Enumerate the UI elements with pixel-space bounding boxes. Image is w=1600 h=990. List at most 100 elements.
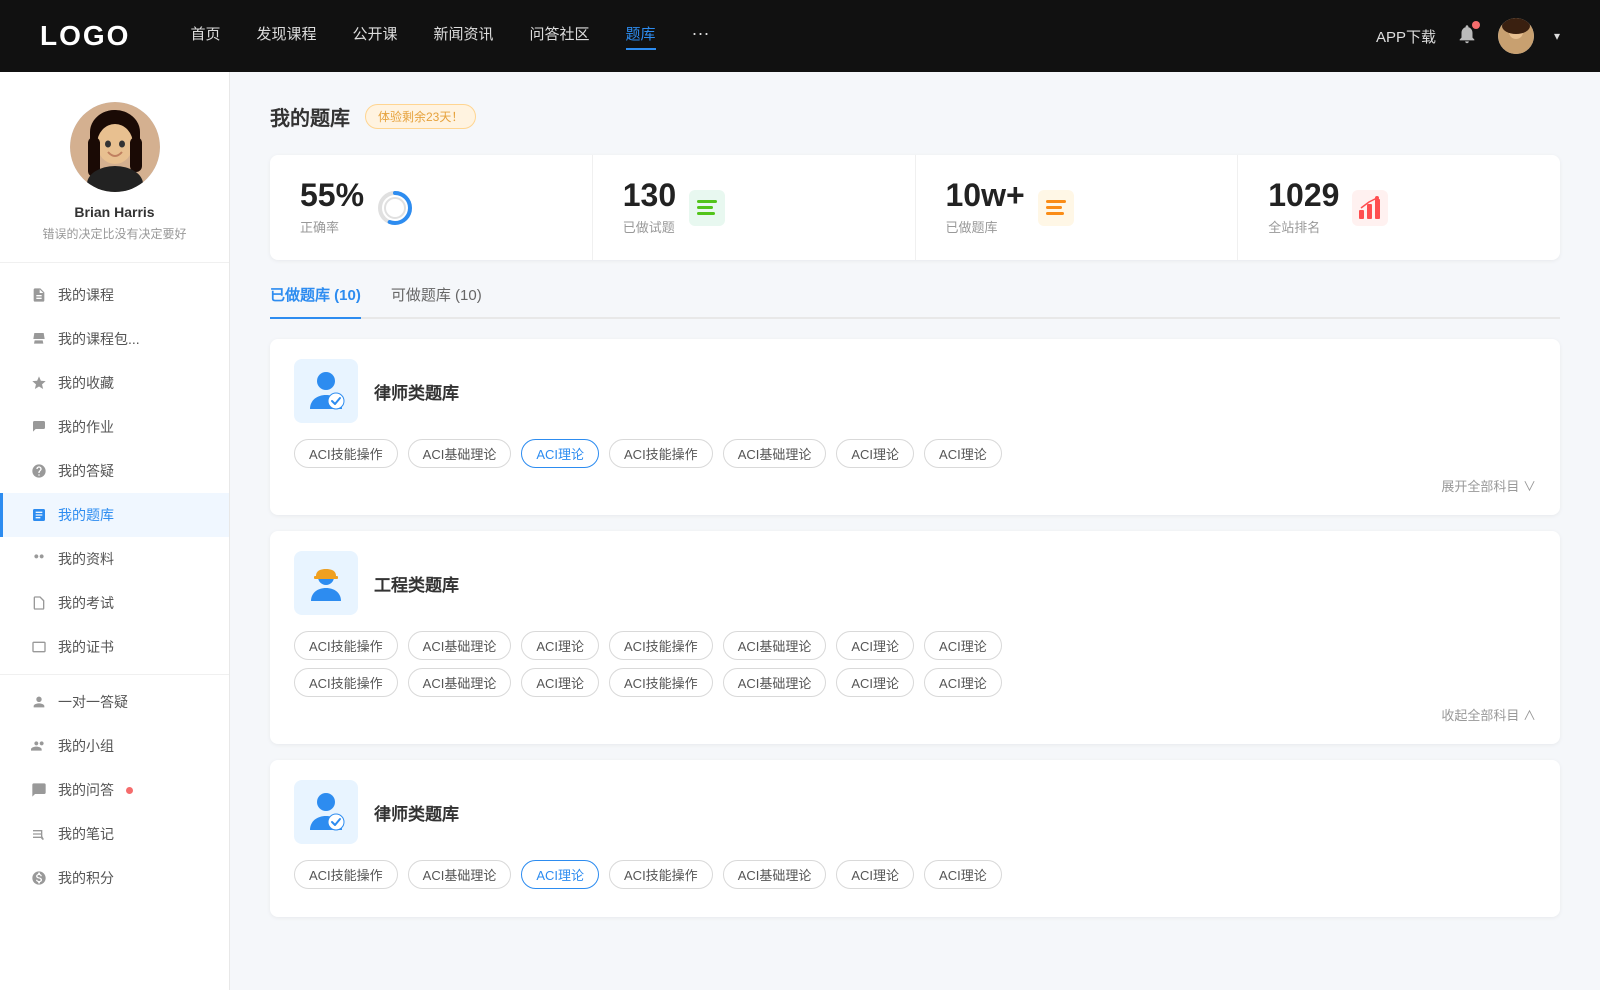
tag-1b-6[interactable]: ACI理论 [924, 668, 1002, 697]
main-content: 我的题库 体验剩余23天！ 55% 正确率 [230, 72, 1600, 990]
sidebar-label-note: 我的笔记 [58, 824, 114, 844]
note-icon [30, 825, 48, 843]
bank-card-header-2: 律师类题库 [294, 780, 1536, 844]
tag-0-5[interactable]: ACI理论 [836, 439, 914, 468]
stat-texts-done: 130 已做试题 [623, 179, 676, 236]
nav-home[interactable]: 首页 [190, 23, 220, 50]
tag-2-3[interactable]: ACI技能操作 [609, 860, 713, 889]
sidebar-motto: 错误的决定比没有决定要好 [42, 225, 186, 242]
nav-news[interactable]: 新闻资讯 [434, 23, 494, 50]
sidebar-item-oneonone[interactable]: 一对一答疑 [0, 680, 229, 724]
bank-title-1: 工程类题库 [374, 571, 459, 596]
tag-0-3[interactable]: ACI技能操作 [609, 439, 713, 468]
tag-0-1[interactable]: ACI基础理论 [408, 439, 512, 468]
sidebar-item-course[interactable]: 我的课程 [0, 273, 229, 317]
tag-0-2[interactable]: ACI理论 [521, 439, 599, 468]
material-icon [30, 550, 48, 568]
bank-card-0: 律师类题库 ACI技能操作 ACI基础理论 ACI理论 ACI技能操作 ACI基… [270, 339, 1560, 515]
nav-bank[interactable]: 题库 [626, 23, 656, 50]
tag-2-1[interactable]: ACI基础理论 [408, 860, 512, 889]
tag-1-2[interactable]: ACI理论 [521, 631, 599, 660]
sidebar-label-oneonone: 一对一答疑 [58, 692, 128, 712]
tags-row-1b: ACI技能操作 ACI基础理论 ACI理论 ACI技能操作 ACI基础理论 AC… [294, 668, 1536, 697]
sidebar-item-exam[interactable]: 我的考试 [0, 581, 229, 625]
list-green-icon [688, 189, 726, 227]
sidebar-item-package[interactable]: 我的课程包... [0, 317, 229, 361]
stat-value-rank: 1029 [1268, 179, 1339, 211]
tabs-bar: 已做题库 (10) 可做题库 (10) [270, 284, 1560, 319]
tab-done[interactable]: 已做题库 (10) [270, 284, 361, 317]
logo[interactable]: LOGO [40, 20, 130, 52]
tag-1-6[interactable]: ACI理论 [924, 631, 1002, 660]
navbar-right: APP下载 ▾ [1376, 18, 1560, 54]
myqa-icon [30, 781, 48, 799]
sidebar-item-myqa[interactable]: 我的问答 [0, 768, 229, 812]
sidebar-label-favorite: 我的收藏 [58, 373, 114, 393]
stat-rank: 1029 全站排名 [1238, 155, 1560, 260]
sidebar-item-qna[interactable]: 我的答疑 [0, 449, 229, 493]
group-icon [30, 737, 48, 755]
tag-1b-4[interactable]: ACI基础理论 [723, 668, 827, 697]
tag-1b-5[interactable]: ACI理论 [836, 668, 914, 697]
stat-value-rate: 55% [300, 179, 364, 211]
tag-2-4[interactable]: ACI基础理论 [723, 860, 827, 889]
stat-done-banks: 10w+ 已做题库 [916, 155, 1239, 260]
sidebar-item-favorite[interactable]: 我的收藏 [0, 361, 229, 405]
tag-1-4[interactable]: ACI基础理论 [723, 631, 827, 660]
tag-1b-1[interactable]: ACI基础理论 [408, 668, 512, 697]
tag-2-5[interactable]: ACI理论 [836, 860, 914, 889]
app-download[interactable]: APP下载 [1376, 26, 1436, 47]
sidebar-label-points: 我的积分 [58, 868, 114, 888]
tag-1b-0[interactable]: ACI技能操作 [294, 668, 398, 697]
sidebar-avatar [70, 102, 160, 192]
sidebar-label-homework: 我的作业 [58, 417, 114, 437]
tag-2-6[interactable]: ACI理论 [924, 860, 1002, 889]
avatar-chevron[interactable]: ▾ [1554, 29, 1560, 43]
sidebar-item-note[interactable]: 我的笔记 [0, 812, 229, 856]
tag-1-5[interactable]: ACI理论 [836, 631, 914, 660]
sidebar-item-group[interactable]: 我的小组 [0, 724, 229, 768]
tag-2-0[interactable]: ACI技能操作 [294, 860, 398, 889]
user-avatar[interactable] [1498, 18, 1534, 54]
question-icon [30, 462, 48, 480]
collapse-link-1[interactable]: 收起全部科目 ∧ [294, 705, 1536, 724]
bell-dot [1472, 21, 1480, 29]
nav-open-course[interactable]: 公开课 [352, 23, 397, 50]
tab-available[interactable]: 可做题库 (10) [391, 284, 482, 317]
sidebar-item-cert[interactable]: 我的证书 [0, 625, 229, 669]
tag-1-0[interactable]: ACI技能操作 [294, 631, 398, 660]
tag-1-1[interactable]: ACI基础理论 [408, 631, 512, 660]
expand-link-0[interactable]: 展开全部科目 ∨ [294, 476, 1536, 495]
tag-1b-2[interactable]: ACI理论 [521, 668, 599, 697]
points-icon [30, 869, 48, 887]
sidebar-label-myqa: 我的问答 [58, 780, 114, 800]
sidebar-item-points[interactable]: 我的积分 [0, 856, 229, 900]
package-icon [30, 330, 48, 348]
navbar: LOGO 首页 发现课程 公开课 新闻资讯 问答社区 题库 ··· APP下载 … [0, 0, 1600, 72]
tag-0-4[interactable]: ACI基础理论 [723, 439, 827, 468]
tag-0-0[interactable]: ACI技能操作 [294, 439, 398, 468]
chart-red-icon [1351, 189, 1389, 227]
tag-1-3[interactable]: ACI技能操作 [609, 631, 713, 660]
tag-0-6[interactable]: ACI理论 [924, 439, 1002, 468]
stat-texts-rate: 55% 正确率 [300, 179, 364, 236]
sidebar-label-cert: 我的证书 [58, 637, 114, 657]
sidebar-item-material[interactable]: 我的资料 [0, 537, 229, 581]
tag-1b-3[interactable]: ACI技能操作 [609, 668, 713, 697]
tag-2-2[interactable]: ACI理论 [521, 860, 599, 889]
exam-icon [30, 594, 48, 612]
nav-more[interactable]: ··· [692, 23, 710, 50]
pie-icon [376, 189, 414, 227]
nav-links: 首页 发现课程 公开课 新闻资讯 问答社区 题库 ··· [190, 23, 1376, 50]
bank-card-2: 律师类题库 ACI技能操作 ACI基础理论 ACI理论 ACI技能操作 ACI基… [270, 760, 1560, 917]
bank-card-1: 工程类题库 ACI技能操作 ACI基础理论 ACI理论 ACI技能操作 ACI基… [270, 531, 1560, 744]
bank-title-0: 律师类题库 [374, 379, 459, 404]
notification-bell[interactable] [1456, 23, 1478, 50]
sidebar-item-homework[interactable]: 我的作业 [0, 405, 229, 449]
stat-value-banks: 10w+ [946, 179, 1025, 211]
sidebar-item-bank[interactable]: 我的题库 [0, 493, 229, 537]
nav-qa[interactable]: 问答社区 [530, 23, 590, 50]
nav-discover[interactable]: 发现课程 [256, 23, 316, 50]
page-header: 我的题库 体验剩余23天！ [270, 102, 1560, 131]
stat-texts-rank: 1029 全站排名 [1268, 179, 1339, 236]
